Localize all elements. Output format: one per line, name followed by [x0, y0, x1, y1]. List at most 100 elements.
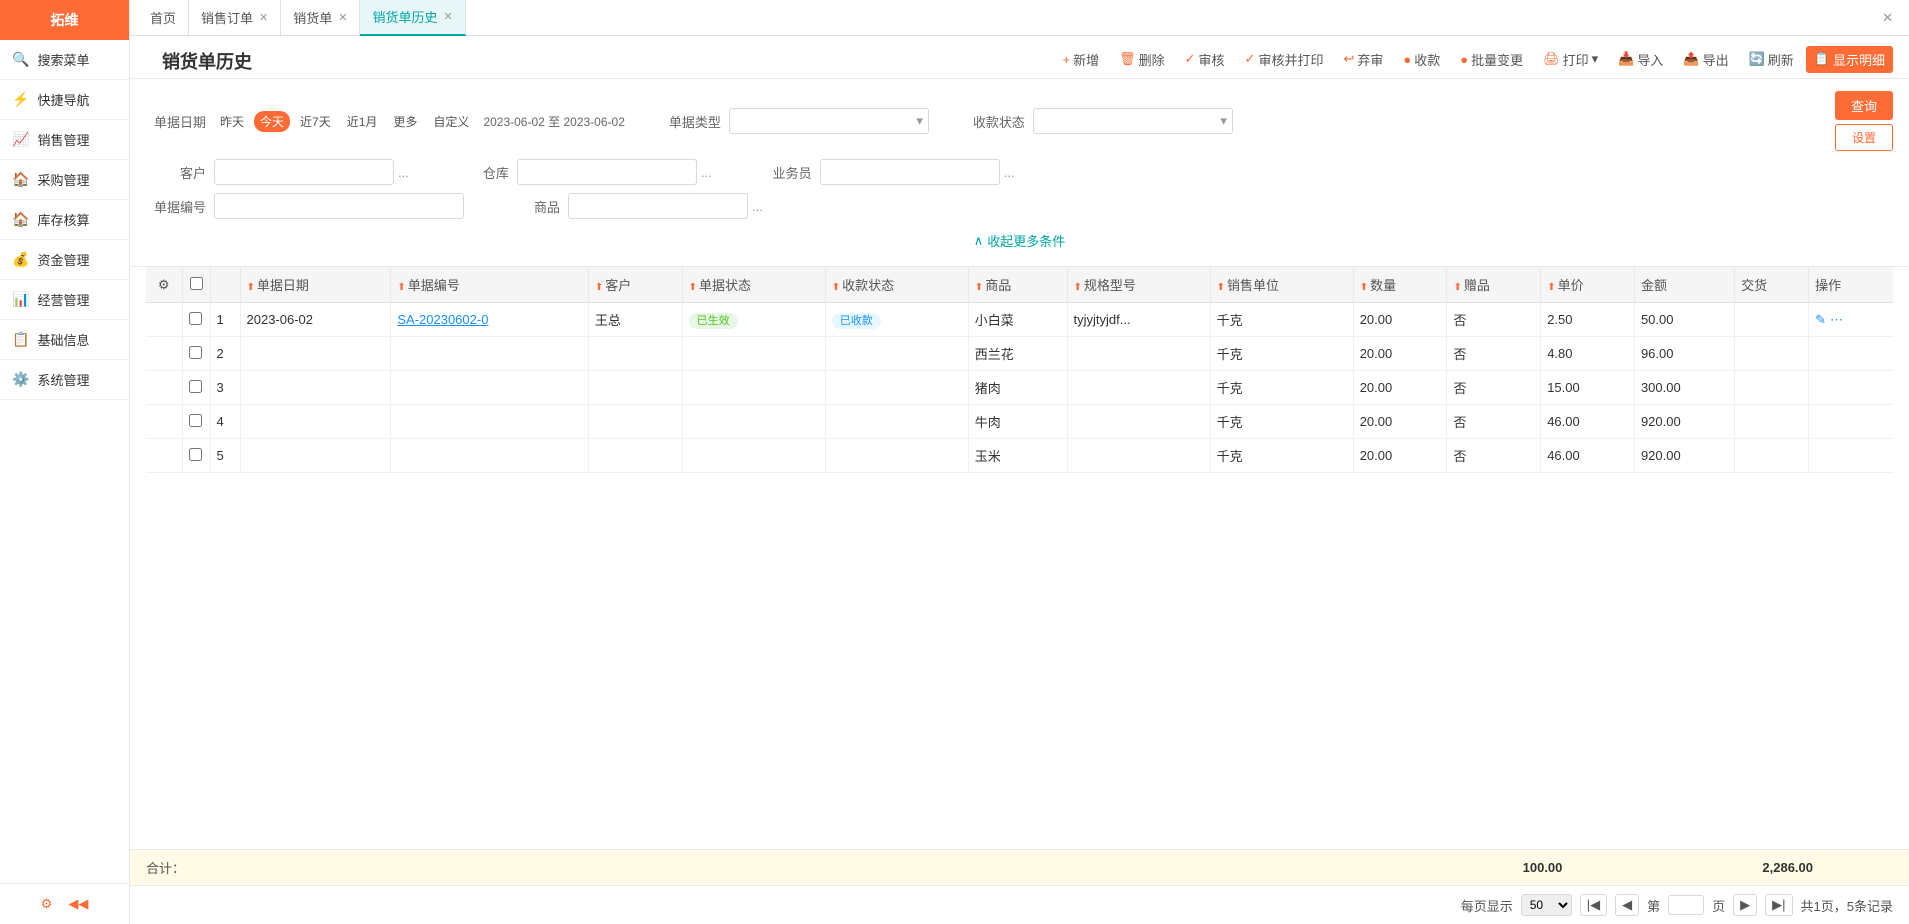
main-area: 首页 销售订单 ✕ 销货单 ✕ 销货单历史 ✕ ✕ 销货单历史 + 新增 🗑 [130, 0, 1909, 924]
row-checkbox-input[interactable] [189, 312, 202, 325]
tab-close-all[interactable]: ✕ [1874, 10, 1901, 26]
col-gift[interactable]: ⬆赠品 [1447, 267, 1541, 303]
purchase-icon: 🏠 [12, 171, 29, 188]
select-all-checkbox[interactable] [190, 277, 203, 290]
tab-home[interactable]: 首页 [138, 0, 189, 36]
staff-input[interactable] [820, 159, 1000, 185]
import-button[interactable]: 📥 导入 [1610, 46, 1671, 73]
table-row: 4牛肉千克20.00否46.00920.00 [146, 405, 1893, 439]
delete-button[interactable]: 🗑 删除 [1111, 46, 1173, 73]
staff-dots[interactable]: ... [1000, 165, 1019, 180]
table-row: 3猪肉千克20.00否15.00300.00 [146, 371, 1893, 405]
col-pay-status[interactable]: ⬆收款状态 [825, 267, 968, 303]
row-checkbox[interactable] [182, 303, 210, 337]
per-page-select[interactable]: 50 100 200 [1521, 894, 1572, 916]
doc-no-input[interactable] [214, 193, 464, 219]
refresh-button[interactable]: 🔄 刷新 [1741, 46, 1802, 73]
shortcut-custom[interactable]: 自定义 [427, 111, 475, 132]
export-button[interactable]: 📤 导出 [1675, 46, 1736, 73]
collect-button[interactable]: ● 收款 [1395, 46, 1448, 73]
row-spec: tyjyjtyjdf... [1067, 303, 1210, 337]
row-checkbox[interactable] [182, 405, 210, 439]
row-customer: 王总 [588, 303, 682, 337]
row-unit: 千克 [1210, 371, 1353, 405]
row-pay-status [825, 405, 968, 439]
sidebar-item-purchase-mgmt[interactable]: 🏠 采购管理 [0, 160, 129, 200]
shortcut-1month[interactable]: 近1月 [341, 111, 384, 132]
data-table: ⚙ ⬆单据日期 ⬆单据编号 ⬆客户 ⬆单据状态 ⬆收款状态 ⬆商品 ⬆规格型号 … [146, 267, 1893, 473]
col-doc-status[interactable]: ⬆单据状态 [682, 267, 825, 303]
sidebar-item-finance[interactable]: 💰 资金管理 [0, 240, 129, 280]
batch-change-button[interactable]: ● 批量变更 [1452, 46, 1531, 73]
col-date[interactable]: ⬆单据日期 [240, 267, 391, 303]
collect-status-input[interactable] [1033, 108, 1233, 134]
print-button[interactable]: 🖨 打印 ▾ [1535, 46, 1606, 73]
audit-button[interactable]: ✓ 审核 [1177, 46, 1233, 73]
collapse-icon: ∧ [974, 233, 984, 249]
tab-close-sales-delivery[interactable]: ✕ [338, 11, 347, 24]
sidebar-item-basic-info[interactable]: 📋 基础信息 [0, 320, 129, 360]
action-edit-icon[interactable]: ✎ [1815, 312, 1826, 327]
row-amount: 920.00 [1634, 405, 1734, 439]
row-checkbox-input[interactable] [189, 414, 202, 427]
customer-input[interactable] [214, 159, 394, 185]
doc-type-input[interactable] [729, 108, 929, 134]
sidebar-item-sys-mgmt[interactable]: ⚙️ 系统管理 [0, 360, 129, 400]
docno-link[interactable]: SA-20230602-0 [397, 312, 488, 327]
shortcut-yesterday[interactable]: 昨天 [214, 111, 250, 132]
next-page-btn[interactable]: ▶ [1733, 894, 1757, 916]
abandon-button[interactable]: ↩ 弃审 [1335, 46, 1391, 73]
shortcut-7days[interactable]: 近7天 [294, 111, 337, 132]
sidebar-settings-icon[interactable]: ⚙ [41, 896, 53, 912]
goods-dots[interactable]: ... [748, 199, 767, 214]
tab-close-sales-order[interactable]: ✕ [259, 11, 268, 24]
collapse-btn[interactable]: ∧ 收起更多条件 [966, 227, 1074, 254]
page-label: 第 [1647, 896, 1660, 915]
row-checkbox-input[interactable] [189, 380, 202, 393]
sidebar-item-inventory[interactable]: 🏠 库存核算 [0, 200, 129, 240]
sidebar-item-operations[interactable]: 📊 经营管理 [0, 280, 129, 320]
col-price[interactable]: ⬆单价 [1541, 267, 1635, 303]
warehouse-input[interactable] [517, 159, 697, 185]
col-goods[interactable]: ⬆商品 [968, 267, 1067, 303]
tab-sales-delivery[interactable]: 销货单 ✕ [281, 0, 360, 36]
col-spec[interactable]: ⬆规格型号 [1067, 267, 1210, 303]
col-customer[interactable]: ⬆客户 [588, 267, 682, 303]
row-checkbox[interactable] [182, 439, 210, 473]
last-page-btn[interactable]: ▶| [1765, 894, 1792, 916]
row-doc-status [682, 405, 825, 439]
col-unit[interactable]: ⬆销售单位 [1210, 267, 1353, 303]
row-checkbox[interactable] [182, 337, 210, 371]
col-gear[interactable]: ⚙ [146, 267, 182, 303]
sidebar-item-sales-mgmt[interactable]: 📈 销售管理 [0, 120, 129, 160]
tab-sales-order[interactable]: 销售订单 ✕ [189, 0, 281, 36]
tab-close-sales-history[interactable]: ✕ [444, 10, 453, 23]
action-more-icon[interactable]: ⋯ [1830, 312, 1843, 327]
row-amount: 50.00 [1634, 303, 1734, 337]
row-spec [1067, 439, 1210, 473]
query-button[interactable]: 查询 [1835, 91, 1893, 120]
show-detail-button[interactable]: 📋 显示明细 [1806, 46, 1893, 73]
row-checkbox[interactable] [182, 371, 210, 405]
audit-print-button[interactable]: ✓ 审核并打印 [1237, 46, 1332, 73]
sidebar-item-quick-nav[interactable]: ⚡ 快捷导航 [0, 80, 129, 120]
col-qty[interactable]: ⬆数量 [1353, 267, 1447, 303]
first-page-btn[interactable]: |◀ [1580, 894, 1607, 916]
goods-input[interactable] [568, 193, 748, 219]
shortcut-today[interactable]: 今天 [254, 111, 290, 132]
row-customer [588, 405, 682, 439]
set-button[interactable]: 设置 [1835, 124, 1893, 151]
tab-sales-history[interactable]: 销货单历史 ✕ [360, 0, 465, 36]
sidebar-item-search-menu[interactable]: 🔍 搜索菜单 [0, 40, 129, 80]
add-button[interactable]: + 新增 [1054, 46, 1107, 73]
row-checkbox-input[interactable] [189, 448, 202, 461]
col-docno[interactable]: ⬆单据编号 [391, 267, 589, 303]
sidebar-collapse-icon[interactable]: ◀◀ [68, 896, 88, 912]
page-number-input[interactable]: 1 [1668, 895, 1704, 915]
warehouse-dots[interactable]: ... [697, 165, 716, 180]
row-docno[interactable]: SA-20230602-0 [391, 303, 589, 337]
prev-page-btn[interactable]: ◀ [1615, 894, 1639, 916]
row-checkbox-input[interactable] [189, 346, 202, 359]
shortcut-more[interactable]: 更多 [387, 111, 423, 132]
customer-dots[interactable]: ... [394, 165, 413, 180]
